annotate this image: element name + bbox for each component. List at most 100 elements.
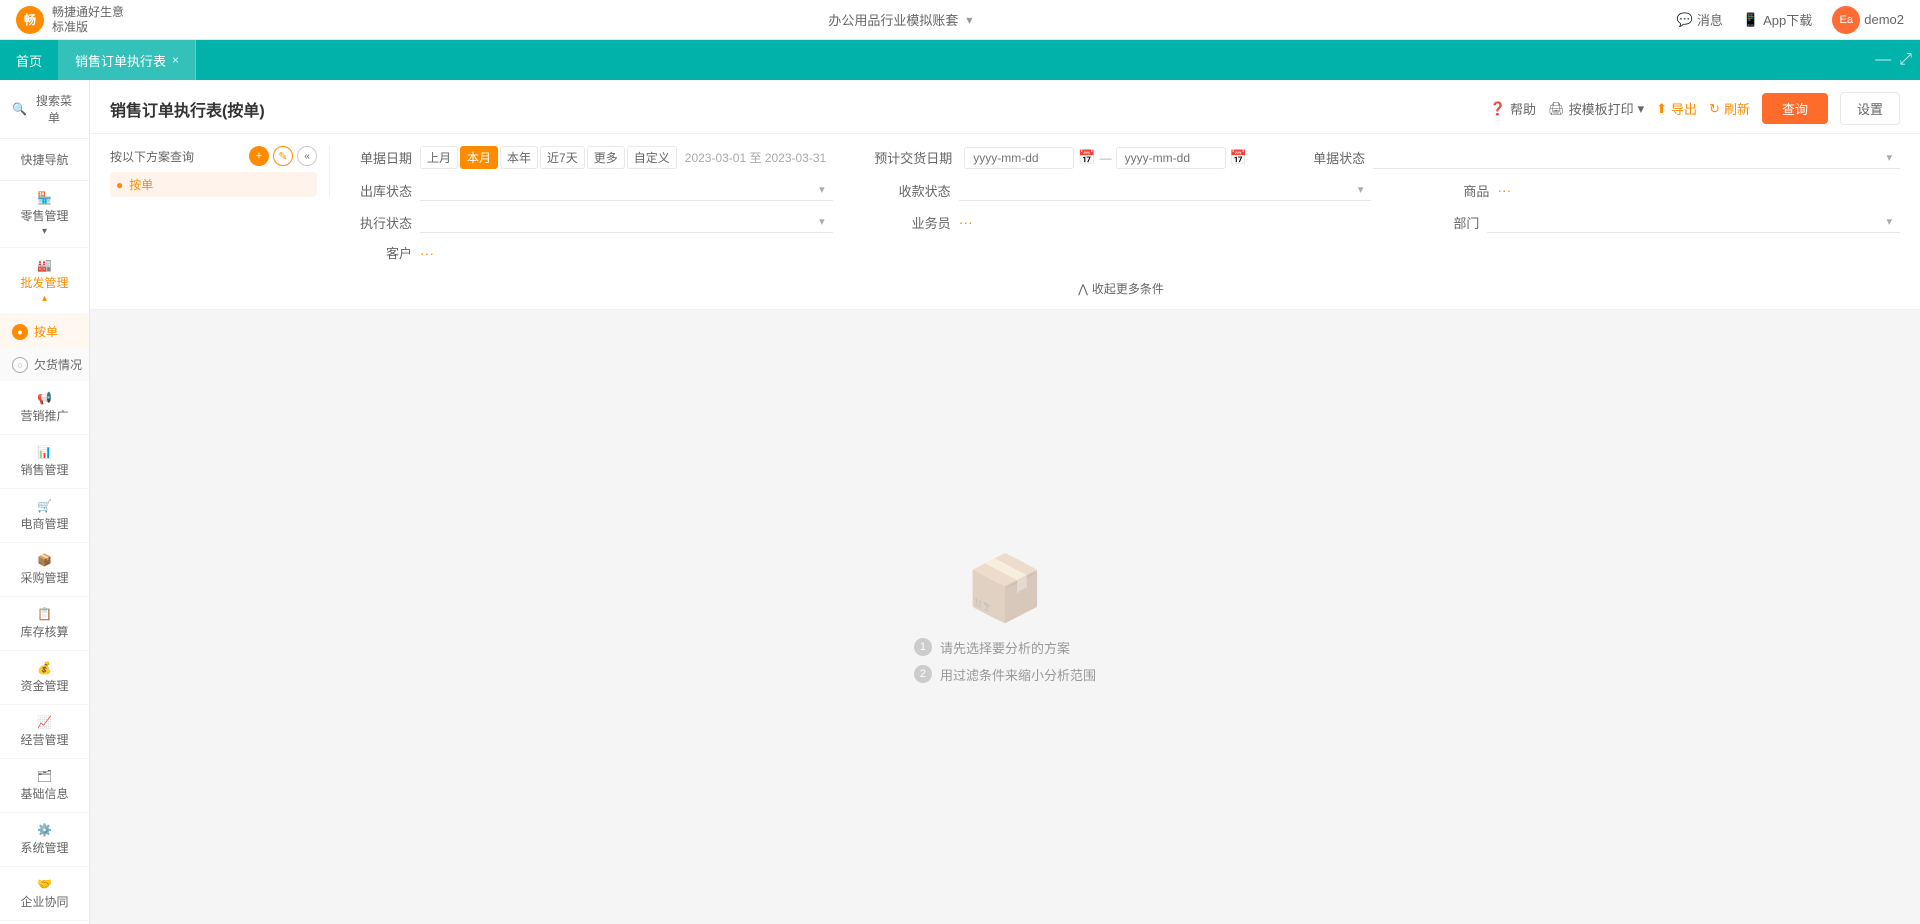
sidebar-item-sales[interactable]: 📊 销售管理 [0,435,89,489]
sidebar-item-system[interactable]: ⚙️ 系统管理 [0,813,89,867]
out-status-label: 出库状态 [342,181,412,200]
avatar: Ea [1832,6,1860,34]
dept-select[interactable]: ▾ [1487,211,1900,233]
dept-chevron-icon: ▾ [1886,215,1892,228]
expected-date-start[interactable] [964,147,1074,169]
collapse-scheme-button[interactable]: « [297,146,317,166]
sidebar-item-ecommerce[interactable]: 🛒 电商管理 [0,489,89,543]
customer-dots-icon[interactable]: ··· [420,245,434,261]
filter-row-1: 单据日期 上月 本月 本年 近7天 更多 自定义 2023- [342,146,1900,169]
product-dots-icon[interactable]: ··· [1497,182,1511,198]
this-month-btn[interactable]: 本月 [460,146,498,169]
query-button[interactable]: 查询 [1762,93,1828,124]
refresh-button[interactable]: ↻ 刷新 [1709,99,1750,118]
logo-area: 畅 畅捷通好生意 标准版 [16,5,124,34]
exec-status-chevron-icon: ▾ [819,215,825,228]
page-title-bar: 销售订单执行表(按单) ❓ 帮助 🖨 按模板打印 ▾ ⬆ 导出 ↻ 刷新 [90,80,1920,134]
status-chevron-icon: ▾ [1886,151,1892,164]
sidebar-item-wholesale[interactable]: 🏭 批发管理 ▴ [0,248,89,315]
sidebar-item-finance[interactable]: 💰 资金管理 [0,651,89,705]
chevron-right-icon: ▾ [42,226,47,237]
last-month-btn[interactable]: 上月 [420,146,458,169]
export-icon: ⬆ [1656,101,1667,117]
sidebar-item-operation[interactable]: 📈 经营管理 [0,705,89,759]
message-button[interactable]: 💬 消息 [1677,10,1723,29]
expected-date-end[interactable] [1116,147,1226,169]
filter-row-2: 出库状态 ▾ 收款状态 ▾ 商品 ··· [342,179,1900,201]
print-dropdown-icon: ▾ [1638,101,1645,117]
hint-num-1: 1 [914,638,932,656]
top-bar-right: 💬 消息 📱 App下载 Ea demo2 [1677,6,1904,34]
expected-date-inputs: 📅 — 📅 [964,147,1247,169]
sidebar: 🔍 搜索菜单 快捷导航 🏪 零售管理 ▾ 🏭 批发管理 ▴ ● 按单 ○ 欠货情… [0,80,90,924]
sidebar-item-retail[interactable]: 🏪 零售管理 ▾ [0,181,89,248]
subtitle-dropdown-icon[interactable]: ▾ [966,13,972,27]
custom-btn[interactable]: 自定义 [627,146,677,169]
scheme-item-order[interactable]: ● 按单 [110,172,317,197]
receipt-status-select[interactable]: ▾ [959,179,1372,201]
more-btn[interactable]: 更多 [587,146,625,169]
settings-button[interactable]: 设置 [1840,92,1900,125]
download-icon: 📱 [1743,12,1759,28]
empty-hints: 1 请先选择要分析的方案 2 用过滤条件来缩小分析范围 [914,638,1096,684]
sidebar-item-marketing[interactable]: 📢 营销推广 [0,381,89,435]
dot-active-icon: ● [12,324,28,340]
print-icon: 🖨 [1548,101,1565,117]
calendar-end-icon[interactable]: 📅 [1230,149,1247,166]
tab-home[interactable]: 首页 [0,40,59,80]
salesperson-label: 业务员 [881,213,951,232]
salesperson-dots-icon[interactable]: ··· [959,214,973,230]
out-status-select[interactable]: ▾ [420,179,833,201]
search-menu-button[interactable]: 🔍 搜索菜单 [8,88,81,130]
export-button[interactable]: ⬆ 导出 [1656,99,1697,118]
download-button[interactable]: 📱 App下载 [1743,10,1812,29]
page-title-actions: ❓ 帮助 🖨 按模板打印 ▾ ⬆ 导出 ↻ 刷新 查询 设置 [1490,92,1900,125]
customer-field: ··· [420,245,1900,261]
empty-state: 📦 1 请先选择要分析的方案 2 用过滤条件来缩小分析范围 [914,551,1096,684]
date-range-text: 2023-03-01 至 2023-03-31 [685,149,826,166]
hint-num-2: 2 [914,665,932,683]
tab-close-icon[interactable]: × [172,53,179,67]
sidebar-item-basic[interactable]: 🗂 基础信息 [0,759,89,813]
dept-label: 部门 [1409,213,1479,232]
sidebar-search-section: 🔍 搜索菜单 [0,80,89,139]
sidebar-item-inventory[interactable]: 📋 库存核算 [0,597,89,651]
filter-row-3: 执行状态 ▾ 业务员 ··· 部门 ▾ [342,211,1900,233]
tab-maximize-button[interactable]: ⤢ [1899,51,1912,69]
top-bar: 畅 畅捷通好生意 标准版 办公用品行业模拟账套 ▾ 💬 消息 📱 App下载 E… [0,0,1920,40]
exec-status-label: 执行状态 [342,213,412,232]
exec-status-select[interactable]: ▾ [420,211,833,233]
sidebar-item-purchase[interactable]: 📦 采购管理 [0,543,89,597]
edit-scheme-button[interactable]: ✎ [273,146,293,166]
scheme-active-dot: ● [116,178,123,192]
user-menu[interactable]: Ea demo2 [1832,6,1904,34]
tab-sales-order[interactable]: 销售订单执行表 × [59,40,196,80]
last7-btn[interactable]: 近7天 [540,146,585,169]
print-button[interactable]: 🖨 按模板打印 ▾ [1548,99,1644,118]
help-button[interactable]: ❓ 帮助 [1490,99,1536,118]
date-label: 单据日期 [342,148,412,167]
refresh-icon: ↻ [1709,101,1720,117]
scheme-items: ● 按单 [110,172,317,197]
status-select[interactable]: ▾ [1373,147,1900,169]
scheme-header: 按以下方案查询 + ✎ « [110,146,317,166]
this-year-btn[interactable]: 本年 [500,146,538,169]
calendar-start-icon[interactable]: 📅 [1078,149,1095,166]
tab-minimize-button[interactable]: — [1875,51,1891,69]
salesperson-field: ··· [959,214,1362,230]
product-label: 商品 [1419,181,1489,200]
main-layout: 🔍 搜索菜单 快捷导航 🏪 零售管理 ▾ 🏭 批发管理 ▴ ● 按单 ○ 欠货情… [0,80,1920,924]
help-icon: ❓ [1490,101,1506,117]
scheme-panel: 按以下方案查询 + ✎ « ● 按单 [110,146,330,197]
sidebar-item-enterprise[interactable]: 🤝 企业协同 [0,867,89,921]
customer-label: 客户 [342,243,412,262]
add-scheme-button[interactable]: + [249,146,269,166]
top-bar-left: 畅 畅捷通好生意 标准版 [16,5,124,34]
quick-nav-button[interactable]: 快捷导航 [0,145,89,174]
sidebar-subitem-debt[interactable]: ○ 欠货情况 [0,348,89,381]
date-quick-btns: 上月 本月 本年 近7天 更多 自定义 [420,146,677,169]
sidebar-subitem-order[interactable]: ● 按单 [0,315,89,348]
collapse-filter-button[interactable]: ⋀ 收起更多条件 [1078,280,1164,297]
out-status-chevron-icon: ▾ [819,183,825,196]
search-icon: 🔍 [12,102,27,116]
